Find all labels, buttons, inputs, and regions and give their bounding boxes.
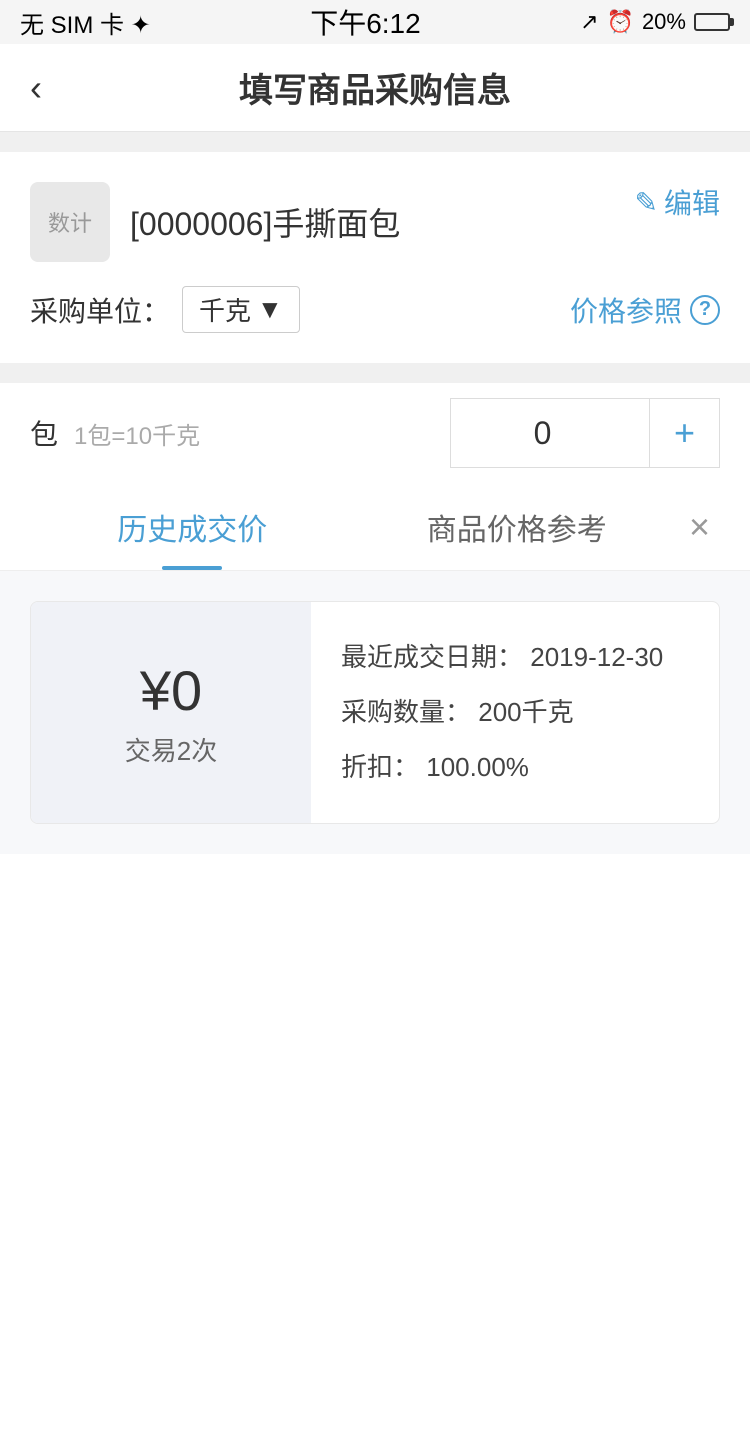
tab-close-button[interactable]: ×	[679, 499, 720, 555]
tabs-header: 历史成交价 商品价格参考 ×	[0, 483, 750, 571]
tab-product-label: 商品价格参考	[427, 505, 607, 549]
purchase-qty-label: 采购数量：	[341, 697, 471, 727]
status-left: 无 SIM 卡 ✦	[20, 5, 151, 40]
unit-left: 采购单位： 千克 ▼	[30, 286, 300, 333]
nav-bar: ‹ 填写商品采购信息	[0, 44, 750, 132]
recent-date-label: 最近成交日期：	[341, 642, 523, 672]
discount-label: 折扣：	[341, 752, 419, 782]
quantity-section: 包 1包=10千克 +	[0, 383, 750, 483]
product-header: 数计 [0000006]手撕面包 ✎ 编辑	[30, 182, 720, 262]
help-icon: ?	[690, 295, 720, 325]
price-amount: ¥0	[140, 658, 202, 723]
price-detail-discount: 折扣： 100.00%	[341, 748, 689, 787]
price-left-panel: ¥0 交易2次	[31, 602, 311, 823]
price-ref-label: 价格参照	[570, 290, 682, 330]
qty-conversion: 1包=10千克	[74, 416, 200, 451]
discount-value: 100.00%	[426, 752, 529, 782]
price-detail-date: 最近成交日期： 2019-12-30	[341, 638, 689, 677]
dropdown-arrow-icon: ▼	[257, 294, 283, 325]
price-detail-qty: 采购数量： 200千克	[341, 693, 689, 732]
battery-percent: 20%	[642, 9, 686, 35]
unit-select[interactable]: 千克 ▼	[182, 286, 300, 333]
price-content: ¥0 交易2次 最近成交日期： 2019-12-30 采购数量： 200千克 折…	[0, 571, 750, 854]
tab-product-price-ref[interactable]: 商品价格参考	[354, 483, 678, 570]
recent-date-value: 2019-12-30	[530, 642, 663, 672]
price-right-panel: 最近成交日期： 2019-12-30 采购数量： 200千克 折扣： 100.0…	[311, 602, 719, 823]
status-time: 下午6:12	[310, 2, 421, 42]
unit-label: 采购单位：	[30, 290, 170, 330]
edit-button[interactable]: ✎ 编辑	[635, 182, 720, 222]
product-logo: 数计	[30, 182, 110, 262]
logo-text: 数计	[48, 206, 92, 238]
edit-icon: ✎	[635, 186, 658, 219]
price-trades: 交易2次	[125, 731, 217, 768]
status-right: ↗ ⏰ 20%	[580, 9, 730, 35]
section-divider	[0, 363, 750, 383]
no-sim-label: 无 SIM 卡 ✦	[20, 5, 151, 40]
tabs-section: 历史成交价 商品价格参考 × ¥0 交易2次 最近成交日期： 2019-12-3…	[0, 483, 750, 854]
tab-active-underline	[162, 566, 222, 570]
qty-unit-label: 包	[30, 413, 58, 453]
product-unit-row: 采购单位： 千克 ▼ 价格参照 ?	[30, 286, 720, 333]
location-icon: ↗	[580, 9, 598, 35]
qty-input-group: +	[450, 398, 720, 468]
price-ref-button[interactable]: 价格参照 ?	[570, 290, 720, 330]
tab-history-label: 历史成交价	[117, 505, 267, 549]
battery-icon	[694, 13, 730, 31]
unit-value: 千克	[199, 291, 251, 328]
qty-plus-button[interactable]: +	[650, 398, 720, 468]
product-name: [0000006]手撕面包	[130, 199, 400, 245]
bottom-area	[0, 854, 750, 1454]
tab-history-price[interactable]: 历史成交价	[30, 483, 354, 570]
qty-label-group: 包 1包=10千克	[30, 413, 200, 453]
purchase-qty-value: 200千克	[478, 697, 573, 727]
product-left: 数计 [0000006]手撕面包	[30, 182, 400, 262]
page-title: 填写商品采购信息	[239, 63, 511, 112]
price-card: ¥0 交易2次 最近成交日期： 2019-12-30 采购数量： 200千克 折…	[30, 601, 720, 824]
qty-input[interactable]	[450, 398, 650, 468]
status-bar: 无 SIM 卡 ✦ 下午6:12 ↗ ⏰ 20%	[0, 0, 750, 44]
edit-label: 编辑	[664, 182, 720, 222]
alarm-icon: ⏰	[607, 9, 634, 35]
back-button[interactable]: ‹	[20, 57, 52, 119]
product-section: 数计 [0000006]手撕面包 ✎ 编辑 采购单位： 千克 ▼ 价格参照 ?	[0, 152, 750, 363]
